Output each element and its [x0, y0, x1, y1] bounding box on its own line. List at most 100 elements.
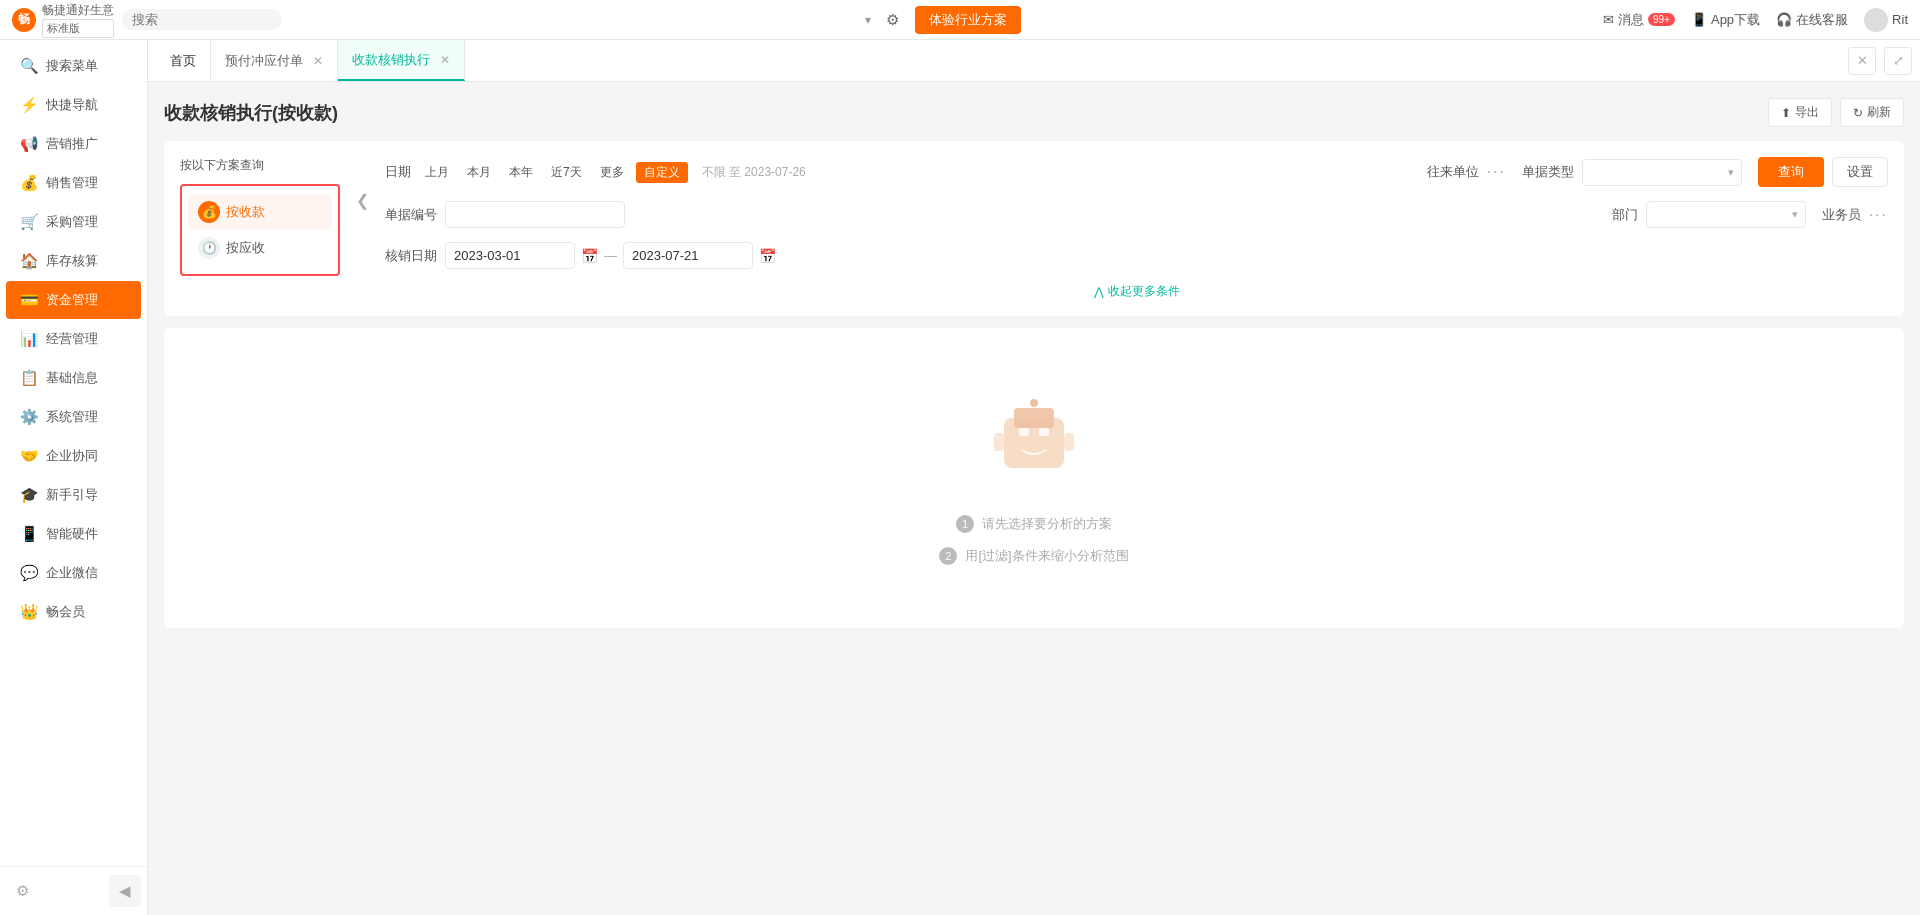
sidebar-item-wechat[interactable]: 💬 企业微信 — [6, 554, 141, 592]
wechat-icon: 💬 — [20, 564, 38, 582]
hint-num-1: 1 — [956, 515, 974, 533]
doc-no-input[interactable] — [445, 201, 625, 228]
verify-date-start-calendar-icon[interactable]: 📅 — [581, 248, 598, 264]
sidebar-settings-button[interactable]: ⚙ — [6, 875, 38, 907]
sidebar-item-basic[interactable]: 📋 基础信息 — [6, 359, 141, 397]
sidebar-item-quick[interactable]: ⚡ 快捷导航 — [6, 86, 141, 124]
by-receivable-icon: 🕐 — [198, 237, 220, 259]
gear-icon[interactable]: ⚙ — [879, 6, 907, 34]
main-layout: 🔍 搜索菜单 ⚡ 快捷导航 📢 营销推广 💰 销售管理 🛒 采购管理 🏠 — [0, 40, 1920, 915]
message-button[interactable]: ✉ 消息 99+ — [1603, 11, 1675, 29]
user-menu[interactable]: Rit — [1864, 8, 1908, 32]
collapse-more-button[interactable]: ⋀ 收起更多条件 — [385, 283, 1888, 300]
sidebar-item-enterprise[interactable]: 🤝 企业协同 — [6, 437, 141, 475]
service-label: 在线客服 — [1796, 11, 1848, 29]
sidebar-label-hardware: 智能硬件 — [46, 525, 98, 543]
by-receivable-label: 按应收 — [226, 239, 265, 257]
svg-rect-1 — [1014, 408, 1054, 428]
hardware-icon: 📱 — [20, 525, 38, 543]
verify-date-field: 核销日期 📅 — 📅 — [385, 242, 776, 269]
date-this-month-btn[interactable]: 本月 — [461, 162, 497, 183]
top-bar: 畅 畅捷通好生意 标准版 ▾ ⚙ 体验行业方案 ✉ 消息 99+ 📱 App下载… — [0, 0, 1920, 40]
sidebar-item-inventory[interactable]: 🏠 库存核算 — [6, 242, 141, 280]
sidebar-label-inventory: 库存核算 — [46, 252, 98, 270]
date-label: 日期 — [385, 163, 411, 181]
sidebar-item-marketing[interactable]: 📢 营销推广 — [6, 125, 141, 163]
date-no-limit: 不限 至 2023-07-26 — [702, 164, 806, 181]
date-7days-btn[interactable]: 近7天 — [545, 162, 588, 183]
sidebar-item-sales[interactable]: 💰 销售管理 — [6, 164, 141, 202]
sidebar-item-search[interactable]: 🔍 搜索菜单 — [6, 47, 141, 85]
page-header: 收款核销执行(按收款) ⬆ 导出 ↻ 刷新 — [164, 98, 1904, 127]
date-last-month-btn[interactable]: 上月 — [419, 162, 455, 183]
tab-collection[interactable]: 收款核销执行 ✕ — [338, 40, 465, 81]
tab-prepay[interactable]: 预付冲应付单 ✕ — [211, 40, 338, 81]
svg-rect-5 — [994, 433, 1004, 451]
by-collection-label: 按收款 — [226, 203, 265, 221]
filter-row-3: 核销日期 📅 — 📅 — [385, 242, 1888, 269]
doc-type-select[interactable] — [1582, 159, 1742, 186]
counterpart-label: 往来单位 — [1427, 163, 1479, 181]
sidebar-label-guide: 新手引导 — [46, 486, 98, 504]
verify-date-range: 📅 — 📅 — [445, 242, 776, 269]
filter-sidebar-title: 按以下方案查询 — [180, 157, 340, 174]
tab-bar-left: 首页 预付冲应付单 ✕ 收款核销执行 ✕ — [156, 40, 465, 81]
tab-bar-right: ✕ ⤢ — [1848, 47, 1912, 75]
tab-close-all-button[interactable]: ✕ — [1848, 47, 1876, 75]
sidebar-item-guide[interactable]: 🎓 新手引导 — [6, 476, 141, 514]
doc-type-select-wrapper — [1582, 159, 1742, 186]
sidebar-item-finance[interactable]: 💳 资金管理 — [6, 281, 141, 319]
sidebar-item-hardware[interactable]: 📱 智能硬件 — [6, 515, 141, 553]
search-input[interactable] — [122, 9, 282, 30]
query-button[interactable]: 查询 — [1758, 157, 1824, 187]
refresh-icon: ↻ — [1853, 106, 1863, 120]
dept-field: 部门 — [1612, 201, 1806, 228]
brand-icon: 畅 — [12, 8, 36, 32]
filter-sidebar-collapse-button[interactable]: ❮ — [352, 187, 373, 214]
dept-select[interactable] — [1646, 201, 1806, 228]
sidebar-collapse-button[interactable]: ◀ — [109, 875, 141, 907]
date-more-btn[interactable]: 更多 — [594, 162, 630, 183]
sidebar-item-purchase[interactable]: 🛒 采购管理 — [6, 203, 141, 241]
svg-rect-4 — [1039, 428, 1049, 436]
message-label: 消息 — [1618, 11, 1644, 29]
date-separator: — — [604, 248, 617, 263]
inventory-icon: 🏠 — [20, 252, 38, 270]
staff-dots[interactable]: ··· — [1869, 206, 1888, 224]
industry-button[interactable]: 体验行业方案 — [915, 6, 1021, 34]
sidebar: 🔍 搜索菜单 ⚡ 快捷导航 📢 营销推广 💰 销售管理 🛒 采购管理 🏠 — [0, 40, 148, 915]
verify-date-end-calendar-icon[interactable]: 📅 — [759, 248, 776, 264]
app-download-button[interactable]: 📱 App下载 — [1691, 11, 1760, 29]
sidebar-item-vip[interactable]: 👑 畅会员 — [6, 593, 141, 631]
tab-prepay-close[interactable]: ✕ — [313, 55, 323, 67]
export-button[interactable]: ⬆ 导出 — [1768, 98, 1832, 127]
doc-type-label: 单据类型 — [1522, 163, 1574, 181]
sidebar-label-basic: 基础信息 — [46, 369, 98, 387]
service-button[interactable]: 🎧 在线客服 — [1776, 11, 1848, 29]
sidebar-item-operation[interactable]: 📊 经营管理 — [6, 320, 141, 358]
settings-button[interactable]: 设置 — [1832, 157, 1888, 187]
counterpart-dots[interactable]: ··· — [1487, 163, 1506, 181]
collapse-chevron-icon: ⋀ — [1094, 285, 1104, 299]
tab-collection-close[interactable]: ✕ — [440, 54, 450, 66]
verify-date-end-input[interactable] — [623, 242, 753, 269]
filter-option-by-receivable[interactable]: 🕐 按应收 — [188, 230, 332, 266]
date-this-year-btn[interactable]: 本年 — [503, 162, 539, 183]
sidebar-label-system: 系统管理 — [46, 408, 98, 426]
sidebar-item-system[interactable]: ⚙️ 系统管理 — [6, 398, 141, 436]
date-custom-btn[interactable]: 自定义 — [636, 162, 688, 183]
app-icon: 📱 — [1691, 12, 1707, 27]
verify-date-start-input[interactable] — [445, 242, 575, 269]
filter-option-by-collection[interactable]: 💰 按收款 — [188, 194, 332, 230]
search-icon: 🔍 — [20, 57, 38, 75]
tab-expand-button[interactable]: ⤢ — [1884, 47, 1912, 75]
tab-home[interactable]: 首页 — [156, 40, 211, 81]
export-icon: ⬆ — [1781, 106, 1791, 120]
chevron-down-icon[interactable]: ▾ — [865, 13, 871, 27]
collapse-more-label: 收起更多条件 — [1108, 283, 1180, 300]
staff-field: 业务员 ··· — [1822, 206, 1888, 224]
refresh-button[interactable]: ↻ 刷新 — [1840, 98, 1904, 127]
service-icon: 🎧 — [1776, 12, 1792, 27]
doc-no-field: 单据编号 — [385, 201, 625, 228]
system-icon: ⚙️ — [20, 408, 38, 426]
